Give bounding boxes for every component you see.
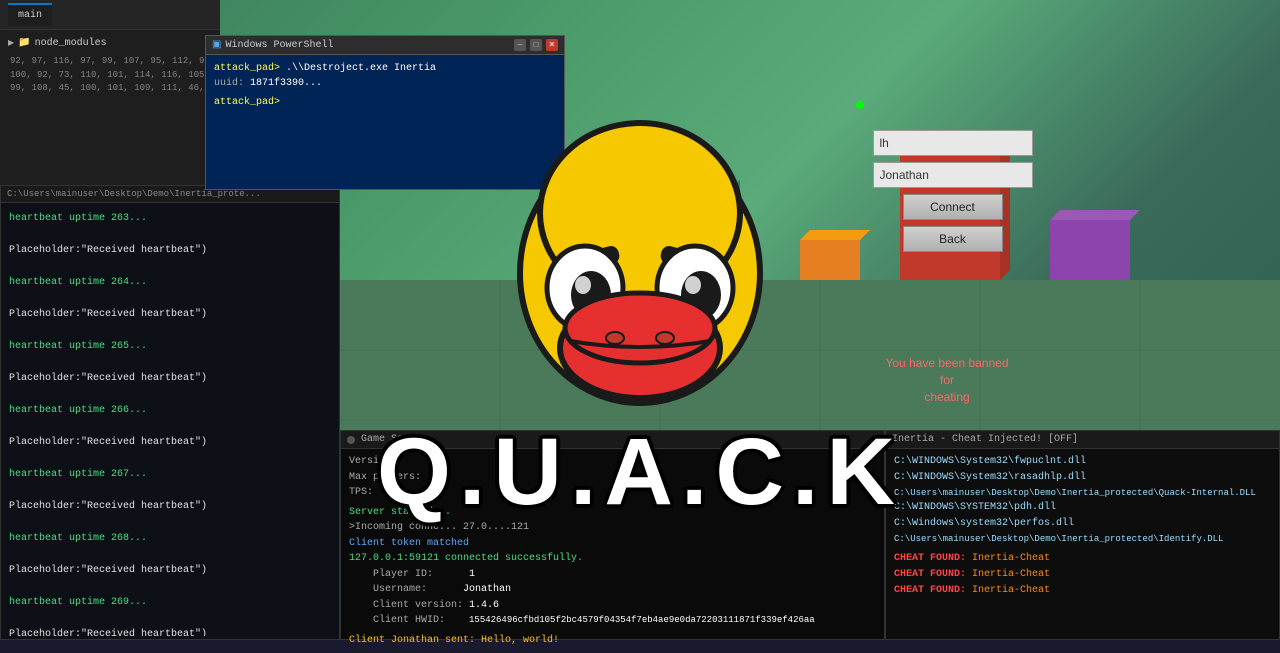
server-started-text: Server started...: [349, 507, 451, 518]
cd-finding-line: CHEAT FOUND: Inertia-Cheat: [894, 567, 1271, 583]
term-line: heartbeat uptime 267...: [9, 467, 331, 483]
term-line: heartbeat uptime 264...: [9, 275, 331, 291]
uuid-value: 1871f3390...: [250, 78, 322, 89]
maximize-btn[interactable]: □: [530, 39, 542, 51]
cheat-detect-content: C:\WINDOWS\System32\fwpuclnt.dll C:\WIND…: [886, 449, 1279, 604]
term-line: heartbeat uptime 263...: [9, 211, 331, 227]
connect-button[interactable]: Connect: [903, 194, 1003, 220]
gs-line: Client token matched: [349, 536, 876, 552]
game-server-content: Version: Max players: TPS: Server starte…: [341, 449, 884, 653]
playerid-label: Player ID:: [373, 569, 469, 580]
cd-path-line: C:\WINDOWS\System32\fwpuclnt.dll: [894, 454, 1271, 470]
term-line: Placeholder:"Received heartbeat"): [9, 435, 331, 451]
cd-finding-line: CHEAT FOUND: Inertia-Cheat: [894, 583, 1271, 599]
close-btn[interactable]: ✕: [546, 39, 558, 51]
gs-line: Client Jonathan sent: Hello, world!: [349, 633, 876, 649]
ps-title: Windows PowerShell: [225, 40, 333, 51]
ps-line: attack_pad>: [214, 95, 556, 110]
term-line: heartbeat uptime 265...: [9, 339, 331, 355]
cd-path-line: C:\Windows\system32\perfos.dll: [894, 516, 1271, 532]
powershell-panel: ▣ Windows PowerShell — □ ✕ attack_pad> .…: [205, 35, 565, 190]
username-value: Jonathan: [463, 584, 511, 595]
gs-line: Client version: 1.4.6: [349, 598, 876, 614]
gs-line: Max players:: [349, 470, 876, 486]
ban-message: You have been banned forcheating: [882, 355, 1012, 405]
minimize-btn[interactable]: —: [514, 39, 526, 51]
back-button[interactable]: Back: [903, 226, 1003, 252]
gs-line: >Incoming connc... 27.0....121: [349, 520, 876, 536]
gs-line: Player ID: 1: [349, 567, 876, 583]
game-server-panel: Game Server Version: Max players: TPS: S…: [340, 430, 885, 640]
term-line: heartbeat uptime 266...: [9, 403, 331, 419]
username-label: Username:: [373, 584, 463, 595]
game-server-titlebar: Game Server: [341, 431, 884, 449]
cheat-found-label: CHEAT FOUND:: [894, 569, 972, 580]
ps-line: attack_pad> .\\Destroject.exe Inertia: [214, 61, 556, 76]
cheat-name: Inertia-Cheat: [972, 585, 1050, 596]
gs-line: Server started...: [349, 505, 876, 521]
gs-line: Version:: [349, 454, 876, 470]
gs-line: Username: Jonathan: [349, 582, 876, 598]
ps-icon: ▣: [212, 39, 221, 51]
terminal-left-panel: C:\Users\mainuser\Desktop\Demo\Inertia_p…: [0, 185, 340, 640]
term-line: Placeholder:"Received heartbeat"): [9, 499, 331, 515]
folder-icon: 📁: [18, 37, 30, 49]
tps-label: TPS:: [349, 487, 373, 498]
code-line-numbers: 92, 97, 116, 97, 99, 107, 95, 112, 97, 1…: [0, 50, 220, 101]
hwid-value: 155426496cfbd105f2bc4579f04354f7eb4ae9e0…: [469, 615, 815, 625]
ps-window-controls: — □ ✕: [514, 39, 558, 51]
token-matched-text: Client token matched: [349, 538, 469, 549]
client-version-value: 1.4.6: [469, 600, 499, 611]
term-line: Placeholder:"Received heartbeat"): [9, 243, 331, 259]
cheat-found-label: CHEAT FOUND:: [894, 553, 972, 564]
term-line: Placeholder:"Received heartbeat"): [9, 307, 331, 323]
term-line: Placeholder:"Received heartbeat"): [9, 371, 331, 387]
playerid-value: 1: [469, 569, 475, 580]
cd-path-line: C:\WINDOWS\SYSTEM32\pdh.dll: [894, 500, 1271, 516]
powershell-content: attack_pad> .\\Destroject.exe Inertia uu…: [206, 55, 564, 116]
game-connect-panel: Connect Back: [865, 130, 1040, 252]
code-numbers-panel: 92, 97, 116, 97, 99, 107, 95, 112, 97, 1…: [0, 50, 220, 185]
connected-text: 127.0.0.1:59121 connected successfully.: [349, 553, 583, 564]
cd-path-line: C:\WINDOWS\System32\rasadhlp.dll: [894, 470, 1271, 486]
vscode-topbar: main: [0, 0, 220, 30]
cd-path-line: C:\Users\mainuser\Desktop\Demo\Inertia_p…: [894, 532, 1271, 546]
cheat-found-label: CHEAT FOUND:: [894, 585, 972, 596]
ps-prompt2: attack_pad>: [214, 97, 280, 108]
status-dot: [347, 436, 355, 444]
maxplayers-label: Max players:: [349, 472, 421, 483]
ip-input[interactable]: [873, 130, 1033, 156]
gs-line: TPS:: [349, 485, 876, 501]
ps-prompt: attack_pad>: [214, 63, 280, 74]
cd-path-line: C:\Users\mainuser\Desktop\Demo\Inertia_p…: [894, 486, 1271, 500]
game-server-title: Game Server: [361, 434, 427, 445]
hwid-label: Client HWID:: [373, 615, 469, 626]
vscode-tab-main[interactable]: main: [8, 3, 52, 26]
cd-finding-line: CHEAT FOUND: Inertia-Cheat: [894, 551, 1271, 567]
ps-line: uuid: 1871f3390...: [214, 76, 556, 91]
term-line: Placeholder:"Received heartbeat"): [9, 627, 331, 636]
term-line: heartbeat uptime 268...: [9, 531, 331, 547]
incoming-text: >Incoming connc... 27.0....121: [349, 522, 529, 533]
username-input[interactable]: [873, 162, 1033, 188]
term-line: Placeholder:"Received heartbeat"): [9, 563, 331, 579]
cheat-detect-title: Inertia - Cheat Injected! [OFF]: [892, 434, 1078, 445]
powershell-titlebar: ▣ Windows PowerShell — □ ✕: [206, 36, 564, 55]
terminal-content: heartbeat uptime 263... Placeholder:"Rec…: [1, 203, 339, 636]
cheat-detect-panel: Inertia - Cheat Injected! [OFF] C:\WINDO…: [885, 430, 1280, 640]
gs-line: Client HWID: 155426496cfbd105f2bc4579f04…: [349, 613, 876, 629]
version-label: Version:: [349, 456, 397, 467]
ps-command: .\\Destroject.exe Inertia: [286, 63, 436, 74]
cheat-detect-titlebar: Inertia - Cheat Injected! [OFF]: [886, 431, 1279, 449]
filetree-label: node_modules: [35, 38, 107, 49]
term-line: heartbeat uptime 269...: [9, 595, 331, 611]
client-msg-text: Client Jonathan sent: Hello, world!: [349, 635, 559, 646]
arrow-icon: ▶: [8, 38, 14, 48]
filetree-item[interactable]: ▶ 📁 node_modules: [0, 35, 220, 51]
client-version-label: Client version:: [373, 600, 469, 611]
cheat-name: Inertia-Cheat: [972, 569, 1050, 580]
cheat-name: Inertia-Cheat: [972, 553, 1050, 564]
gs-line: 127.0.0.1:59121 connected successfully.: [349, 551, 876, 567]
